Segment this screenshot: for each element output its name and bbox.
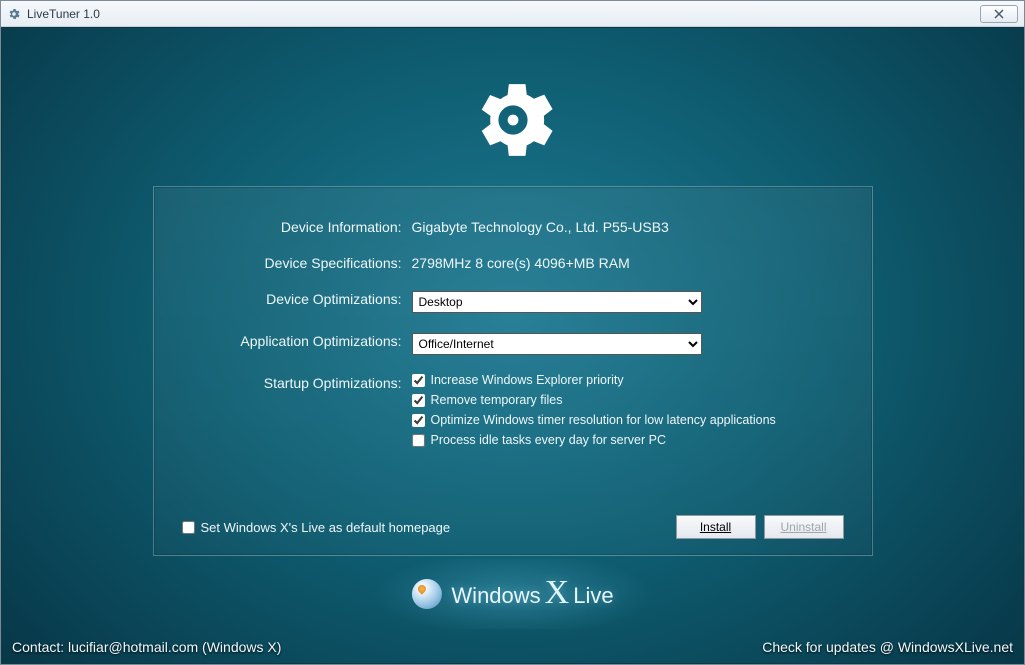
uninstall-button[interactable]: Uninstall: [764, 515, 844, 539]
window: LiveTuner 1.0 Device Information: Gigaby…: [0, 0, 1025, 665]
app-opt-label: Application Optimizations:: [182, 331, 412, 349]
homepage-check[interactable]: Set Windows X's Live as default homepage: [182, 520, 451, 535]
row-device-specs: Device Specifications: 2798MHz 8 core(s)…: [182, 253, 844, 271]
footer-updates: Check for updates @ WindowsXLive.net: [762, 639, 1013, 655]
close-button[interactable]: [980, 5, 1018, 23]
gear-icon: [463, 70, 563, 170]
row-startup-opt: Startup Optimizations: Increase Windows …: [182, 373, 844, 447]
windows-orb-icon: [411, 579, 441, 609]
device-opt-select[interactable]: Desktop: [412, 291, 702, 313]
startup-check-1[interactable]: Remove temporary files: [412, 393, 844, 407]
panel-bottom: Set Windows X's Live as default homepage…: [182, 507, 844, 539]
settings-panel: Device Information: Gigabyte Technology …: [153, 186, 873, 556]
startup-check-3[interactable]: Process idle tasks every day for server …: [412, 433, 844, 447]
row-app-opt: Application Optimizations: Office/Intern…: [182, 331, 844, 355]
startup-opt-label: Startup Optimizations:: [182, 373, 412, 391]
startup-check-2[interactable]: Optimize Windows timer resolution for lo…: [412, 413, 844, 427]
app-opt-select[interactable]: Office/Internet: [412, 333, 702, 355]
row-device-opt: Device Optimizations: Desktop: [182, 289, 844, 313]
startup-checkbox-3[interactable]: [412, 434, 425, 447]
client-area: Device Information: Gigabyte Technology …: [1, 27, 1024, 664]
window-title: LiveTuner 1.0: [27, 7, 980, 21]
startup-checkbox-2[interactable]: [412, 414, 425, 427]
app-icon: [7, 7, 21, 21]
row-device-info: Device Information: Gigabyte Technology …: [182, 217, 844, 235]
startup-checkbox-0[interactable]: [412, 374, 425, 387]
footer-contact: Contact: lucifiar@hotmail.com (Windows X…: [12, 639, 281, 655]
device-specs-value: 2798MHz 8 core(s) 4096+MB RAM: [412, 253, 844, 271]
brand-logo: Windows X Live: [411, 579, 613, 609]
install-button[interactable]: Install: [676, 515, 756, 539]
device-opt-label: Device Optimizations:: [182, 289, 412, 307]
device-info-label: Device Information:: [182, 217, 412, 235]
homepage-checkbox[interactable]: [182, 521, 195, 534]
startup-checks: Increase Windows Explorer priority Remov…: [412, 373, 844, 447]
startup-checkbox-1[interactable]: [412, 394, 425, 407]
close-icon: [994, 9, 1004, 19]
device-info-value: Gigabyte Technology Co., Ltd. P55-USB3: [412, 217, 844, 235]
startup-check-0[interactable]: Increase Windows Explorer priority: [412, 373, 844, 387]
device-specs-label: Device Specifications:: [182, 253, 412, 271]
titlebar: LiveTuner 1.0: [1, 1, 1024, 27]
